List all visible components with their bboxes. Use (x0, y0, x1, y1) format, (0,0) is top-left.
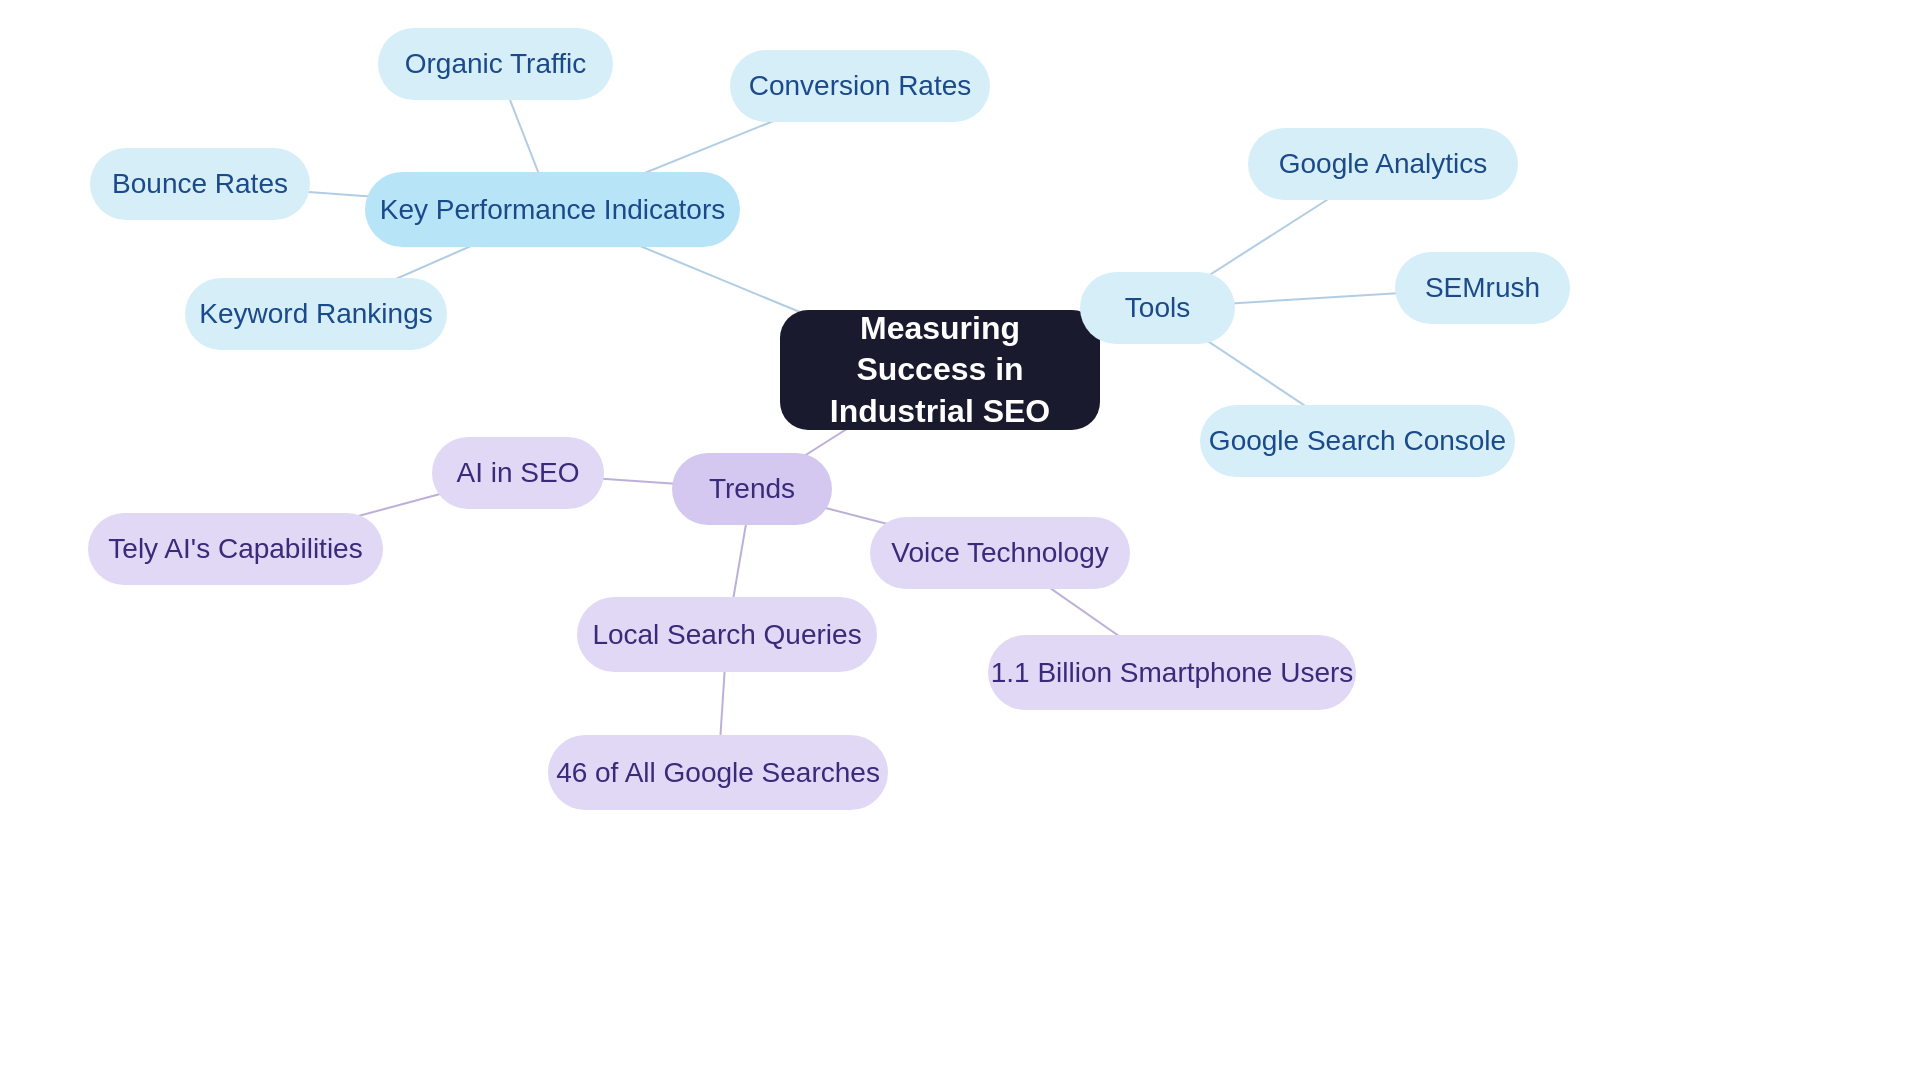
google-analytics-node: Google Analytics (1248, 128, 1518, 200)
google-searches-label: 46 of All Google Searches (556, 757, 880, 789)
tely-ai-node: Tely AI's Capabilities (88, 513, 383, 585)
semrush-label: SEMrush (1425, 272, 1540, 304)
semrush-node: SEMrush (1395, 252, 1570, 324)
trends-node: Trends (672, 453, 832, 525)
smartphone-users-node: 1.1 Billion Smartphone Users (988, 635, 1356, 710)
keyword-rankings-label: Keyword Rankings (199, 298, 432, 330)
bounce-rates-label: Bounce Rates (112, 168, 288, 200)
bounce-rates-node: Bounce Rates (90, 148, 310, 220)
voice-tech-label: Voice Technology (891, 537, 1108, 569)
ai-in-seo-node: AI in SEO (432, 437, 604, 509)
tely-ai-label: Tely AI's Capabilities (108, 533, 362, 565)
google-searches-node: 46 of All Google Searches (548, 735, 888, 810)
tools-label: Tools (1125, 292, 1190, 324)
google-analytics-label: Google Analytics (1279, 148, 1488, 180)
conversion-rates-node: Conversion Rates (730, 50, 990, 122)
center-node: Measuring Success in Industrial SEO (780, 310, 1100, 430)
center-label: Measuring Success in Industrial SEO (812, 308, 1068, 433)
local-search-label: Local Search Queries (592, 619, 861, 651)
kpi-label: Key Performance Indicators (380, 194, 726, 226)
smartphone-users-label: 1.1 Billion Smartphone Users (991, 657, 1354, 689)
keyword-rankings-node: Keyword Rankings (185, 278, 447, 350)
tools-node: Tools (1080, 272, 1235, 344)
google-search-console-node: Google Search Console (1200, 405, 1515, 477)
trends-label: Trends (709, 473, 795, 505)
conversion-rates-label: Conversion Rates (749, 70, 972, 102)
voice-tech-node: Voice Technology (870, 517, 1130, 589)
local-search-node: Local Search Queries (577, 597, 877, 672)
organic-traffic-node: Organic Traffic (378, 28, 613, 100)
kpi-node: Key Performance Indicators (365, 172, 740, 247)
ai-in-seo-label: AI in SEO (457, 457, 580, 489)
organic-traffic-label: Organic Traffic (405, 48, 587, 80)
google-search-console-label: Google Search Console (1209, 425, 1506, 457)
